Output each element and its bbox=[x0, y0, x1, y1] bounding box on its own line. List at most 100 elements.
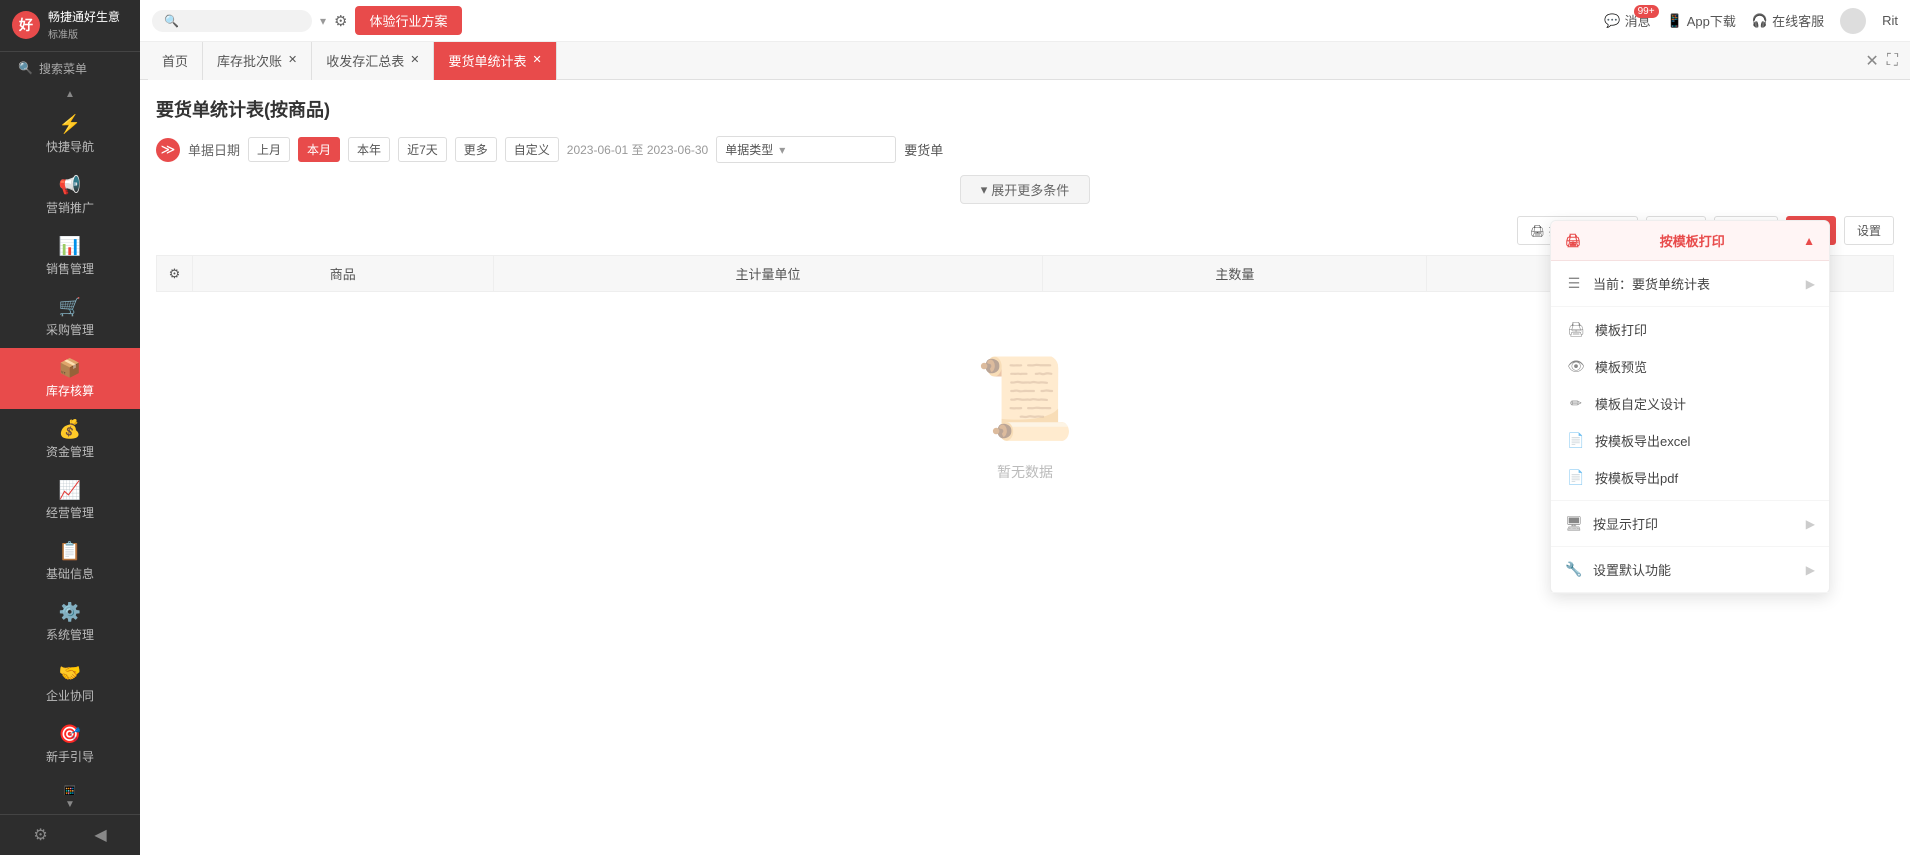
tab-home-label: 首页 bbox=[162, 51, 188, 70]
sidebar-item-apps[interactable]: 📱 应用中心 bbox=[0, 775, 140, 795]
sidebar-item-finance[interactable]: 💰 资金管理 bbox=[0, 409, 140, 470]
sidebar-scroll-up[interactable]: ▲ bbox=[0, 85, 140, 104]
sidebar-item-marketing[interactable]: 📢 营销推广 bbox=[0, 165, 140, 226]
finance-icon: 💰 bbox=[59, 419, 81, 440]
topbar-search-icon: 🔍 bbox=[164, 14, 179, 28]
date-btn-last-month[interactable]: 上月 bbox=[248, 137, 290, 162]
sidebar-bottom: ⚙ ◀ bbox=[0, 814, 140, 855]
tab-receivable-summary-close-icon[interactable]: ✕ bbox=[410, 55, 419, 66]
topbar-chevron-icon[interactable]: ▾ bbox=[320, 14, 326, 28]
expand-more-button[interactable]: ▾ 展开更多条件 bbox=[960, 175, 1091, 204]
sidebar-item-label: 企业协同 bbox=[46, 687, 94, 704]
dropdown-set-default[interactable]: 🔧 设置默认功能 ▶ bbox=[1551, 551, 1829, 588]
tabs-bar: 首页 库存批次账 ✕ 收发存汇总表 ✕ 要货单统计表 ✕ ✕ ⛶ bbox=[140, 42, 1910, 80]
sidebar-item-sales[interactable]: 📊 销售管理 bbox=[0, 226, 140, 287]
template-excel-icon: 📄 bbox=[1567, 432, 1585, 449]
sidebar-scroll-down[interactable]: ▼ bbox=[0, 795, 140, 814]
sidebar-collapse-icon[interactable]: ◀ bbox=[94, 825, 106, 845]
setting-button[interactable]: 设置 bbox=[1844, 216, 1894, 245]
sidebar-item-basic[interactable]: 📋 基础信息 bbox=[0, 531, 140, 592]
dropdown-current-label: 当前：要货单统计表 bbox=[1593, 274, 1710, 293]
trial-button[interactable]: 体验行业方案 bbox=[355, 6, 461, 35]
tab-maximize-icon[interactable]: ⛶ bbox=[1887, 52, 1898, 70]
tab-order-stats[interactable]: 要货单统计表 ✕ bbox=[434, 42, 556, 80]
topbar-search[interactable]: 🔍 bbox=[152, 10, 312, 32]
sidebar-item-operation[interactable]: 📈 经营管理 bbox=[0, 470, 140, 531]
dropdown-current-arrow-icon: ▶ bbox=[1806, 277, 1815, 291]
dropdown-header: 🖨 按模板打印 ▲ bbox=[1551, 221, 1829, 261]
sidebar-search[interactable]: 🔍 搜索菜单 bbox=[0, 52, 140, 85]
dropdown-default-label: 设置默认功能 bbox=[1593, 560, 1671, 579]
sidebar-nav: ⚡ 快捷导航 📢 营销推广 📊 销售管理 🛒 采购管理 📦 库存核算 💰 资金管… bbox=[0, 104, 140, 795]
sidebar-item-inventory[interactable]: 📦 库存核算 bbox=[0, 348, 140, 409]
guide-icon: 🎯 bbox=[59, 724, 81, 745]
tab-close-current-icon[interactable]: ✕ bbox=[1865, 51, 1878, 71]
sidebar-settings-icon[interactable]: ⚙ bbox=[33, 825, 47, 845]
sidebar-item-guide[interactable]: 🎯 新手引导 bbox=[0, 714, 140, 775]
date-btn-this-year[interactable]: 本年 bbox=[348, 137, 390, 162]
tab-order-stats-label: 要货单统计表 bbox=[448, 51, 526, 70]
empty-icon: 📜 bbox=[975, 352, 1075, 446]
dropdown-display-label: 按显示打印 bbox=[1593, 514, 1658, 533]
page-content: 要货单统计表(按商品) ≫ 单据日期 上月 本月 本年 近7天 更多 自定义 2… bbox=[140, 80, 1910, 855]
expand-more-label: 展开更多条件 bbox=[991, 180, 1069, 199]
sidebar-item-label: 经营管理 bbox=[46, 504, 94, 521]
dropdown-chevron-up-icon[interactable]: ▲ bbox=[1803, 234, 1815, 248]
logo-icon: 好 bbox=[12, 11, 40, 39]
sidebar-item-system[interactable]: ⚙️ 系统管理 bbox=[0, 592, 140, 653]
dropdown-item-template-print[interactable]: 🖨 模板打印 bbox=[1551, 311, 1829, 348]
date-filter-label: 单据日期 bbox=[188, 140, 240, 159]
sidebar-item-label: 采购管理 bbox=[46, 321, 94, 338]
online-service-button[interactable]: 🎧 在线客服 bbox=[1752, 11, 1824, 30]
messages-button[interactable]: 💬 消息 99+ bbox=[1604, 11, 1650, 30]
tab-home[interactable]: 首页 bbox=[148, 42, 203, 80]
operation-icon: 📈 bbox=[59, 480, 81, 501]
app-download-label: App下载 bbox=[1687, 11, 1736, 30]
tab-order-stats-close-icon[interactable]: ✕ bbox=[533, 55, 542, 66]
set-default-arrow-icon: ▶ bbox=[1806, 563, 1815, 577]
date-btn-more[interactable]: 更多 bbox=[455, 137, 497, 162]
date-btn-this-month[interactable]: 本月 bbox=[298, 137, 340, 162]
purchase-icon: 🛒 bbox=[59, 297, 81, 318]
tab-inventory-batch-label: 库存批次账 bbox=[217, 51, 282, 70]
dropdown-current-section: ☰ 当前：要货单统计表 ▶ bbox=[1551, 261, 1829, 307]
page-title: 要货单统计表(按商品) bbox=[156, 96, 1894, 122]
template-pdf-icon: 📄 bbox=[1567, 469, 1585, 486]
template-print-icon: 🖨 bbox=[1567, 321, 1585, 338]
table-header-gear[interactable]: ⚙ bbox=[157, 256, 193, 292]
display-print-icon: 🖥 bbox=[1565, 515, 1583, 532]
app-download-button[interactable]: 📱 App下载 bbox=[1667, 11, 1736, 30]
sidebar-item-collab[interactable]: 🤝 企业协同 bbox=[0, 653, 140, 714]
sidebar-item-label: 销售管理 bbox=[46, 260, 94, 277]
yaohuo-label: 要货单 bbox=[904, 140, 943, 159]
tab-inventory-batch-close-icon[interactable]: ✕ bbox=[288, 55, 297, 66]
dropdown-item-template-preview[interactable]: 👁 模板预览 bbox=[1551, 348, 1829, 385]
dropdown-item-template-pdf[interactable]: 📄 按模板导出pdf bbox=[1551, 459, 1829, 496]
dropdown-display-print[interactable]: 🖥 按显示打印 ▶ bbox=[1551, 505, 1829, 542]
type-filter-select[interactable]: 单据类型 ▾ bbox=[716, 136, 896, 163]
sidebar-item-quick-nav[interactable]: ⚡ 快捷导航 bbox=[0, 104, 140, 165]
tab-receivable-summary[interactable]: 收发存汇总表 ✕ bbox=[312, 42, 434, 80]
print-dropdown-popup: 🖨 按模板打印 ▲ ☰ 当前：要货单统计表 ▶ 🖨 模板打印 👁 模板预览 bbox=[1550, 220, 1830, 594]
dropdown-current-item[interactable]: ☰ 当前：要货单统计表 ▶ bbox=[1551, 265, 1829, 302]
user-avatar[interactable] bbox=[1840, 8, 1866, 34]
sidebar-item-purchase[interactable]: 🛒 采购管理 bbox=[0, 287, 140, 348]
dropdown-item-template-custom[interactable]: ✏ 模板自定义设计 bbox=[1551, 385, 1829, 422]
dropdown-item-label: 模板自定义设计 bbox=[1595, 394, 1686, 413]
table-header-unit: 主计量单位 bbox=[493, 256, 1043, 292]
inventory-icon: 📦 bbox=[59, 358, 81, 379]
dropdown-item-template-excel[interactable]: 📄 按模板导出excel bbox=[1551, 422, 1829, 459]
dropdown-items-section: 🖨 模板打印 👁 模板预览 ✏ 模板自定义设计 📄 按模板导出excel 📄 bbox=[1551, 307, 1829, 501]
marketing-icon: 📢 bbox=[59, 175, 81, 196]
tab-inventory-batch[interactable]: 库存批次账 ✕ bbox=[203, 42, 312, 80]
expand-collapse-button[interactable]: ≫ bbox=[156, 138, 180, 162]
date-btn-custom[interactable]: 自定义 bbox=[505, 137, 559, 162]
current-icon: ☰ bbox=[1565, 275, 1583, 292]
sidebar-item-label: 库存核算 bbox=[46, 382, 94, 399]
topbar-gear-icon[interactable]: ⚙ bbox=[334, 12, 347, 30]
date-btn-7days[interactable]: 近7天 bbox=[398, 137, 447, 162]
type-filter-label: 单据类型 bbox=[725, 141, 773, 158]
sidebar-item-label: 系统管理 bbox=[46, 626, 94, 643]
toolbar: ≫ 单据日期 上月 本月 本年 近7天 更多 自定义 2023-06-01 至 … bbox=[156, 136, 1894, 204]
dropdown-title: 按模板打印 bbox=[1660, 231, 1725, 250]
